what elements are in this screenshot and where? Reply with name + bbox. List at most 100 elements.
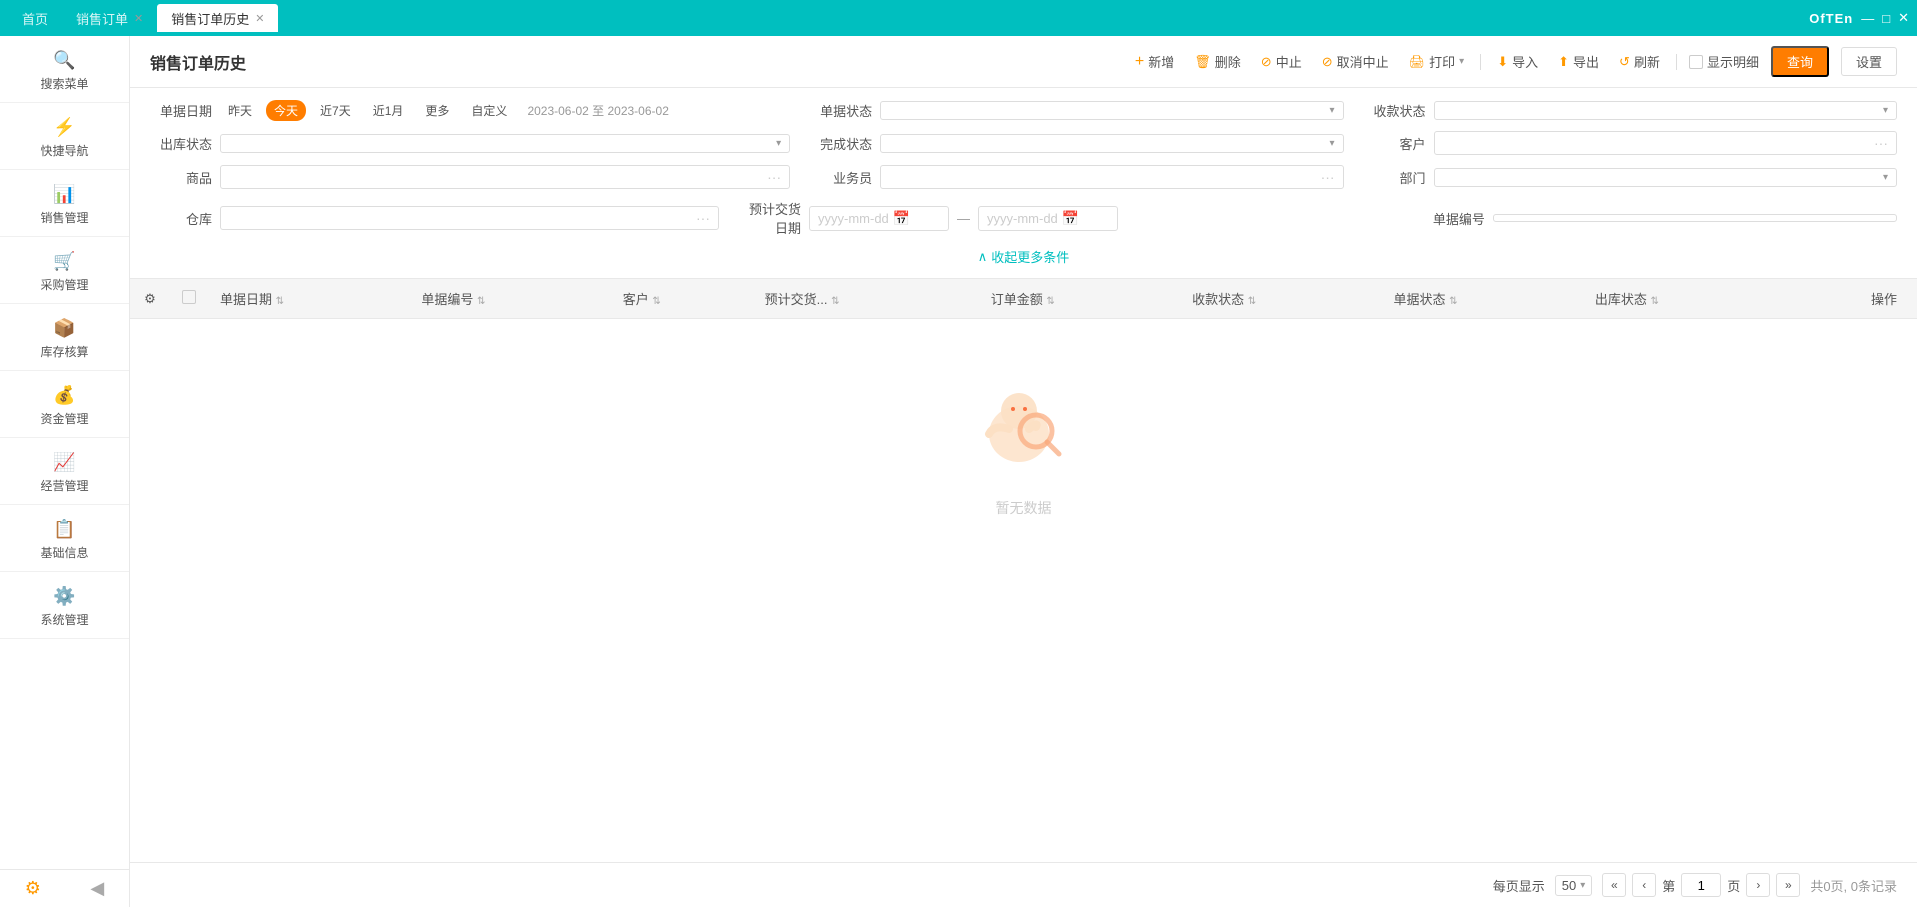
salesperson-input[interactable]: ··· (880, 165, 1343, 189)
prev-page-button[interactable]: ‹ (1632, 873, 1656, 897)
tab-sales-order-history-close[interactable]: ✕ (255, 12, 264, 25)
add-button[interactable]: + 新增 (1131, 50, 1178, 73)
th-warehouse-status-sort-icon[interactable]: ⇅ (1650, 296, 1658, 307)
date-range-display: 2023-06-02 至 2023-06-02 (527, 102, 668, 119)
date-more[interactable]: 更多 (417, 100, 457, 121)
sidebar-item-sales-mgmt[interactable]: 📊 销售管理 (0, 170, 129, 237)
per-page-arrow-icon: ▾ (1580, 880, 1585, 891)
next-page-button[interactable]: › (1746, 873, 1770, 897)
salesperson-more-icon[interactable]: ··· (1321, 169, 1335, 185)
delete-button[interactable]: 🗑 删除 (1190, 50, 1245, 73)
sidebar-item-system-mgmt[interactable]: ⚙️ 系统管理 (0, 572, 129, 639)
sidebar-item-operations-mgmt[interactable]: 📈 经营管理 (0, 438, 129, 505)
per-page-select[interactable]: 50 ▾ (1555, 875, 1593, 896)
settings-icon[interactable]: ⚙ (144, 291, 156, 306)
date-custom[interactable]: 自定义 (463, 100, 515, 121)
import-button[interactable]: ⬇ 导入 (1493, 50, 1542, 73)
warehouse-input[interactable]: ··· (220, 206, 719, 230)
export-icon: ⬆ (1558, 54, 1569, 70)
filter-group-expected-delivery: 预计交货日期 yyyy-mm-dd 📅 — yyyy-mm-dd 📅 (739, 199, 1403, 237)
display-detail-toggle[interactable]: 显示明细 (1689, 52, 1759, 71)
sidebar-item-search-menu[interactable]: 🔍 搜索菜单 (0, 36, 129, 103)
inventory-check-icon: 📦 (53, 318, 75, 339)
th-bill-no-sort-icon[interactable]: ⇅ (477, 296, 485, 307)
filter-row-1: 单据日期 昨天 今天 近7天 近1月 更多 自定义 2023-06-02 至 2… (150, 100, 1897, 121)
select-all-checkbox[interactable] (182, 290, 196, 304)
tab-home[interactable]: 首页 (8, 4, 62, 32)
warehouse-label: 仓库 (150, 209, 220, 228)
empty-text: 暂无数据 (996, 498, 1052, 518)
th-order-amount-sort-icon[interactable]: ⇅ (1046, 296, 1054, 307)
date-last1month[interactable]: 近1月 (365, 100, 412, 121)
bill-status-select[interactable]: ▾ (880, 101, 1343, 120)
department-select[interactable]: ▾ (1434, 168, 1897, 187)
tab-sales-order-history-label: 销售订单历史 (171, 9, 249, 28)
customer-input[interactable]: ··· (1434, 131, 1897, 155)
product-filter-label: 商品 (150, 168, 220, 187)
date-today[interactable]: 今天 (266, 100, 306, 121)
export-button[interactable]: ⬆ 导出 (1554, 50, 1603, 73)
stop-button[interactable]: ⊘ 中止 (1257, 50, 1306, 73)
sidebar-item-basic-info[interactable]: 📋 基础信息 (0, 505, 129, 572)
payment-status-select[interactable]: ▾ (1434, 101, 1897, 120)
empty-state: 暂无数据 (130, 319, 1917, 578)
table-section: ⚙ 单据日期 ⇅ 单据编号 ⇅ (130, 279, 1917, 862)
table-body: 暂无数据 (130, 319, 1917, 579)
print-button[interactable]: 🖨 打印 ▾ (1405, 50, 1469, 73)
expected-delivery-end[interactable]: yyyy-mm-dd 📅 (978, 206, 1118, 231)
th-warehouse-status: 出库状态 ⇅ (1583, 279, 1784, 319)
product-more-icon[interactable]: ··· (767, 169, 781, 185)
filter-group-customer: 客户 ··· (1364, 131, 1897, 155)
date-yesterday[interactable]: 昨天 (220, 100, 260, 121)
basic-info-icon: 📋 (53, 519, 75, 540)
tab-sales-order-history[interactable]: 销售订单历史 ✕ (157, 4, 278, 32)
calendar-start-icon[interactable]: 📅 (893, 210, 910, 227)
sidebar-settings-button[interactable]: ⚙ (25, 878, 41, 899)
sidebar-item-fund-mgmt[interactable]: 💰 资金管理 (0, 371, 129, 438)
page-number-input[interactable] (1681, 873, 1721, 897)
expected-delivery-start[interactable]: yyyy-mm-dd 📅 (809, 206, 949, 231)
display-detail-checkbox[interactable] (1689, 55, 1703, 69)
filter-row-2: 出库状态 ▾ 完成状态 ▾ 客户 (150, 131, 1897, 155)
th-customer: 客户 ⇅ (611, 279, 753, 319)
sidebar-collapse-button[interactable]: ◀ (90, 878, 104, 899)
th-payment-status-sort-icon[interactable]: ⇅ (1248, 296, 1256, 307)
th-bill-status-sort-icon[interactable]: ⇅ (1449, 296, 1457, 307)
tab-sales-order-close[interactable]: ✕ (134, 12, 143, 25)
bill-no-input[interactable] (1493, 214, 1897, 222)
sidebar-item-inventory-check[interactable]: 📦 库存核算 (0, 304, 129, 371)
refresh-button[interactable]: ↺ 刷新 (1615, 50, 1664, 73)
calendar-end-icon[interactable]: 📅 (1062, 210, 1079, 227)
th-expected-delivery-sort-icon[interactable]: ⇅ (831, 296, 839, 307)
product-input[interactable]: ··· (220, 165, 790, 189)
th-customer-sort-icon[interactable]: ⇅ (652, 296, 660, 307)
th-bill-no: 单据编号 ⇅ (409, 279, 610, 319)
customer-more-icon[interactable]: ··· (1874, 135, 1888, 151)
collapse-more-btn[interactable]: ∧ 收起更多条件 (150, 247, 1897, 266)
export-label: 导出 (1573, 52, 1599, 71)
th-order-amount: 订单金额 ⇅ (979, 279, 1180, 319)
tab-sales-order[interactable]: 销售订单 ✕ (62, 4, 157, 32)
first-page-button[interactable]: « (1602, 873, 1626, 897)
window-close[interactable]: ✕ (1898, 10, 1909, 26)
settings-label: 设置 (1856, 52, 1882, 71)
pagination: « ‹ 第 页 › » (1602, 873, 1800, 897)
warehouse-more-icon[interactable]: ··· (696, 210, 710, 226)
sidebar-item-purchase-mgmt[interactable]: 🛒 采购管理 (0, 237, 129, 304)
settings-button[interactable]: 设置 (1841, 47, 1897, 76)
import-icon: ⬇ (1497, 54, 1508, 70)
cancel-stop-button[interactable]: ⊘ 取消中止 (1318, 50, 1393, 73)
window-maximize[interactable]: □ (1882, 11, 1890, 26)
th-checkbox (170, 279, 208, 319)
refresh-icon: ↺ (1619, 54, 1630, 70)
last-page-button[interactable]: » (1776, 873, 1800, 897)
expected-delivery-end-placeholder: yyyy-mm-dd (987, 211, 1058, 226)
th-bill-date-sort-icon[interactable]: ⇅ (276, 296, 284, 307)
sidebar-item-quick-nav[interactable]: ⚡ 快捷导航 (0, 103, 129, 170)
query-button[interactable]: 查询 (1771, 46, 1829, 77)
date-last7days[interactable]: 近7天 (312, 100, 359, 121)
window-minimize[interactable]: — (1861, 11, 1874, 26)
completion-status-select[interactable]: ▾ (880, 134, 1343, 153)
warehouse-status-select[interactable]: ▾ (220, 134, 790, 153)
tab-home-label: 首页 (22, 9, 48, 28)
